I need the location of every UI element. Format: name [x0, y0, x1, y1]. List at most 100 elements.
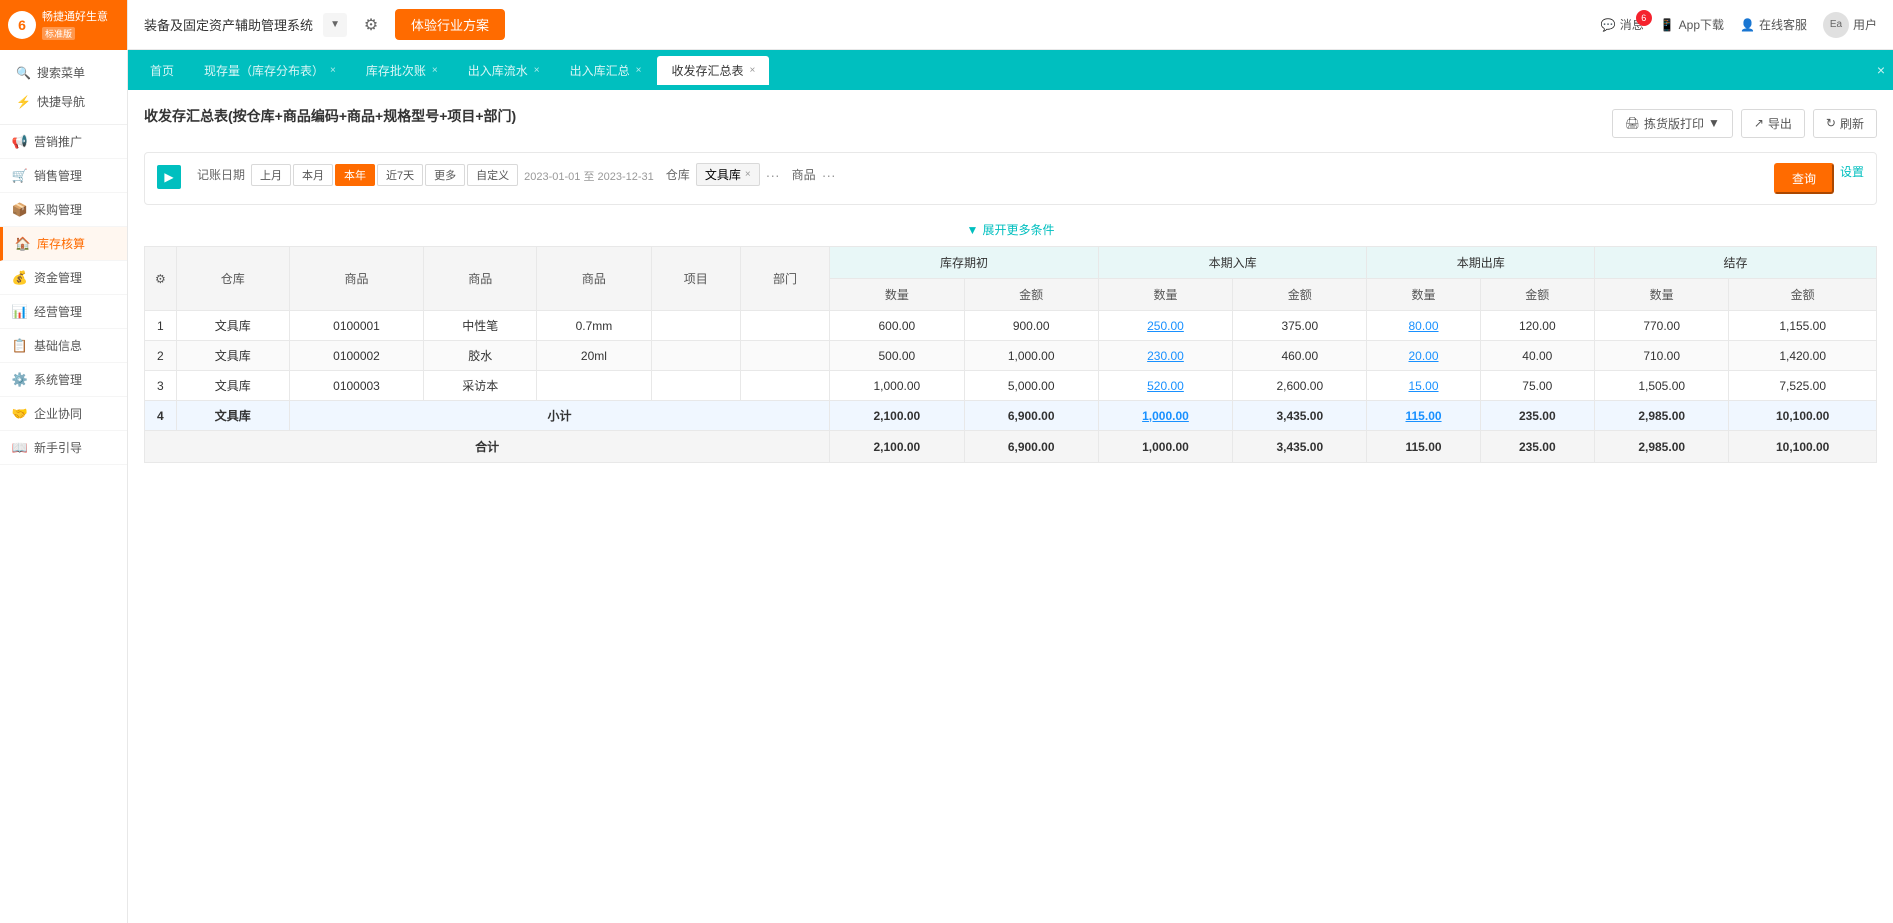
tab-recv-send[interactable]: 收发存汇总表 × [657, 56, 769, 85]
row-out-amt: 120.00 [1480, 311, 1594, 341]
sidebar-search-section: 🔍 搜索菜单 ⚡ 快捷导航 [0, 50, 127, 125]
sidebar-item-label: 营销推广 [34, 133, 82, 150]
tab-inventory-dist[interactable]: 现存量（库存分布表） × [190, 56, 350, 85]
row-in-qty[interactable]: 250.00 [1098, 311, 1232, 341]
warehouse-tag[interactable]: 文具库 × [696, 163, 760, 186]
col-code-header: 商品 [289, 247, 423, 311]
sidebar-item-label: 库存核算 [37, 235, 85, 252]
product-filter-group: 商品 ··· [792, 166, 836, 183]
tab-close-icon[interactable]: × [636, 65, 642, 76]
page-container: 收发存汇总表(按仓库+商品编码+商品+规格型号+项目+部门) 🖨 拣货版打印 ▼… [128, 90, 1893, 923]
message-button[interactable]: 💬 消息 6 [1601, 16, 1644, 33]
search-menu-item[interactable]: 🔍 搜索菜单 [8, 58, 119, 87]
sidebar-item-guide[interactable]: 📖 新手引导 [0, 431, 127, 465]
sidebar-item-label: 系统管理 [34, 371, 82, 388]
footer-bal-amt: 10,100.00 [1729, 431, 1877, 463]
date-btn-this-month[interactable]: 本月 [293, 164, 333, 186]
quick-nav-item[interactable]: ⚡ 快捷导航 [8, 87, 119, 116]
settings-icon-button[interactable]: ⚙ [357, 11, 385, 39]
operation-icon: 📊 [12, 304, 28, 320]
sidebar-item-sales[interactable]: 🛒 销售管理 [0, 159, 127, 193]
warehouse-filter-label: 仓库 [666, 166, 690, 183]
date-btn-more[interactable]: 更多 [425, 164, 465, 186]
sidebar-item-basic[interactable]: 📋 基础信息 [0, 329, 127, 363]
warehouse-tag-close-icon[interactable]: × [745, 169, 751, 180]
message-badge: 6 [1636, 10, 1652, 26]
col-group-inbound: 本期入库 [1098, 247, 1367, 279]
refresh-button[interactable]: ↻ 刷新 [1813, 109, 1877, 138]
table-row: 3 文具库 0100003 采访本 1,000.00 5,000.00 520.… [145, 371, 1877, 401]
footer-label: 合计 [145, 431, 830, 463]
row-spec: 20ml [537, 341, 651, 371]
date-btn-custom[interactable]: 自定义 [467, 164, 518, 186]
sidebar-item-operation[interactable]: 📊 经营管理 [0, 295, 127, 329]
row-project [651, 371, 740, 401]
tab-close-icon[interactable]: × [749, 65, 755, 76]
date-btn-this-year[interactable]: 本年 [335, 164, 375, 186]
col-bal-qty-header: 数量 [1595, 279, 1729, 311]
tab-close-icon[interactable]: × [330, 65, 336, 76]
expand-conditions-button[interactable]: ▼ 展开更多条件 [967, 221, 1055, 238]
warehouse-filter-group: 仓库 文具库 × ··· [666, 163, 780, 186]
warehouse-dots[interactable]: ··· [766, 167, 780, 183]
app-title: 畅捷通好生意 [42, 10, 108, 24]
print-button[interactable]: 🖨 拣货版打印 ▼ [1612, 109, 1733, 138]
product-filter-label: 商品 [792, 166, 816, 183]
sidebar-item-system[interactable]: ⚙️ 系统管理 [0, 363, 127, 397]
footer-bal-qty: 2,985.00 [1595, 431, 1729, 463]
product-dots[interactable]: ··· [822, 167, 836, 183]
row-project [651, 311, 740, 341]
footer-in-amt: 3,435.00 [1233, 431, 1367, 463]
tab-close-icon[interactable]: × [534, 65, 540, 76]
sidebar-item-purchase[interactable]: 📦 采购管理 [0, 193, 127, 227]
app-download-button[interactable]: 📱 App下载 [1660, 16, 1724, 33]
sidebar-item-finance[interactable]: 💰 资金管理 [0, 261, 127, 295]
online-service-button[interactable]: 👤 在线客服 [1740, 16, 1807, 33]
row-in-amt: 375.00 [1233, 311, 1367, 341]
subtotal-out-qty[interactable]: 115.00 [1367, 401, 1480, 431]
sidebar-item-corp[interactable]: 🤝 企业协同 [0, 397, 127, 431]
row-in-qty[interactable]: 230.00 [1098, 341, 1232, 371]
tabbar-close-icon[interactable]: × [1877, 62, 1885, 78]
topbar-right: 💬 消息 6 📱 App下载 👤 在线客服 Ea 用户 [1601, 12, 1877, 38]
tab-in-out-summary[interactable]: 出入库汇总 × [556, 56, 656, 85]
footer-init-qty: 2,100.00 [830, 431, 964, 463]
subtotal-bal-amt: 10,100.00 [1729, 401, 1877, 431]
row-no: 1 [145, 311, 177, 341]
subtotal-in-qty[interactable]: 1,000.00 [1098, 401, 1232, 431]
row-in-qty[interactable]: 520.00 [1098, 371, 1232, 401]
system-dropdown-button[interactable]: ▼ [323, 13, 347, 37]
quick-nav-label: 快捷导航 [37, 93, 85, 110]
row-out-qty[interactable]: 20.00 [1367, 341, 1480, 371]
row-out-qty[interactable]: 15.00 [1367, 371, 1480, 401]
row-out-qty[interactable]: 80.00 [1367, 311, 1480, 341]
settings-link[interactable]: 设置 [1840, 163, 1864, 194]
export-button[interactable]: ↗ 导出 [1741, 109, 1805, 138]
date-btn-prev-month[interactable]: 上月 [251, 164, 291, 186]
quick-nav-icon: ⚡ [16, 95, 31, 109]
tab-close-icon[interactable]: × [432, 65, 438, 76]
row-spec: 0.7mm [537, 311, 651, 341]
search-icon: 🔍 [16, 66, 31, 80]
table-row: 2 文具库 0100002 胶水 20ml 500.00 1,000.00 23… [145, 341, 1877, 371]
date-btn-7days[interactable]: 近7天 [377, 164, 423, 186]
row-product: 胶水 [424, 341, 537, 371]
message-icon: 💬 [1601, 18, 1616, 32]
user-button[interactable]: Ea 用户 [1823, 12, 1877, 38]
tabbar: 首页 现存量（库存分布表） × 库存批次账 × 出入库流水 × 出入库汇总 × … [128, 50, 1893, 90]
topbar-left: 装备及固定资产辅助管理系统 ▼ ⚙ 体验行业方案 [144, 9, 505, 40]
tab-in-out-flow[interactable]: 出入库流水 × [454, 56, 554, 85]
toggle-icon: ▶ [164, 170, 173, 184]
page-title: 收发存汇总表(按仓库+商品编码+商品+规格型号+项目+部门) [144, 106, 516, 126]
tab-batch[interactable]: 库存批次账 × [352, 56, 452, 85]
row-warehouse: 文具库 [176, 371, 289, 401]
trial-button[interactable]: 体验行业方案 [395, 9, 505, 40]
filter-toggle-button[interactable]: ▶ [157, 165, 181, 189]
sidebar-item-inventory[interactable]: 🏠 库存核算 [0, 227, 127, 261]
tab-home[interactable]: 首页 [136, 56, 188, 85]
col-settings-header[interactable]: ⚙ [145, 247, 177, 311]
row-init-qty: 500.00 [830, 341, 964, 371]
col-group-initial: 库存期初 [830, 247, 1099, 279]
query-button[interactable]: 查询 [1774, 163, 1834, 194]
sidebar-item-marketing[interactable]: 📢 营销推广 [0, 125, 127, 159]
